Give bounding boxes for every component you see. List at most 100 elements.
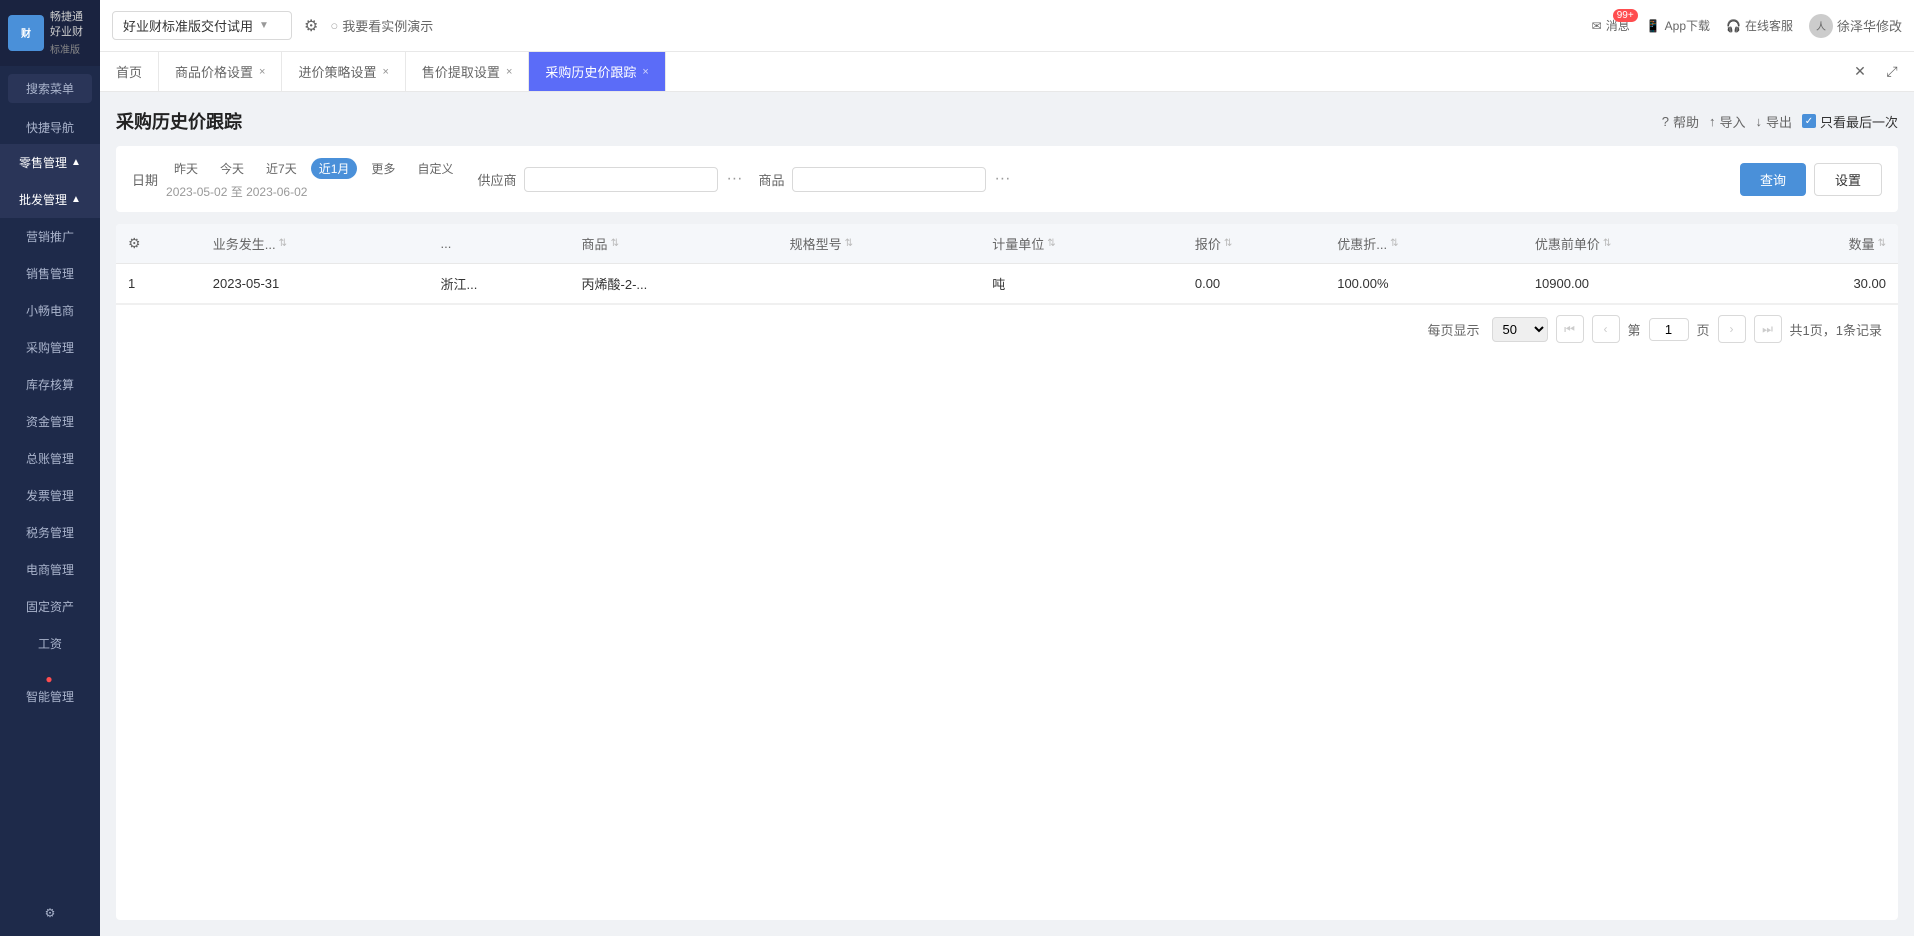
sort-icon: ⇅ (1047, 238, 1055, 249)
th-product-sort[interactable]: 商品 ⇅ (582, 234, 766, 253)
supplier-input[interactable] (524, 167, 718, 192)
sidebar-item-label: 发票管理 (26, 487, 74, 504)
date-option-today[interactable]: 今天 (212, 158, 252, 179)
sidebar-item-marketing[interactable]: 营销推广 (0, 218, 100, 255)
th-discount-sort[interactable]: 优惠折... ⇅ (1337, 234, 1511, 253)
per-page-select[interactable]: 20 50 100 200 (1492, 317, 1548, 342)
sidebar-item-sales[interactable]: 销售管理 (0, 255, 100, 292)
sidebar-item-ecommerce-small[interactable]: 小畅电商 (0, 292, 100, 329)
topbar-right: ✉ 消息 99+ 📱 App下载 🎧 在线客服 人 徐泽华修改 (1592, 14, 1902, 38)
settings-icon[interactable]: ⚙ (304, 16, 318, 36)
product-input[interactable] (792, 167, 986, 192)
page-area: 采购历史价跟踪 ? 帮助 ↑ 导入 ↓ 导出 只看最后一次 (100, 92, 1914, 936)
cell-supplier: 浙江... (429, 264, 570, 304)
th-product: 商品 ⇅ (570, 224, 778, 264)
th-orig-price-sort[interactable]: 优惠前单价 ⇅ (1535, 234, 1744, 253)
tab-sale-price-close[interactable]: × (506, 66, 512, 78)
page-title: 采购历史价跟踪 (116, 108, 242, 134)
date-option-more[interactable]: 更多 (363, 158, 403, 179)
th-dots-sort[interactable]: ... (441, 236, 558, 251)
th-gear[interactable]: ⚙ (116, 224, 201, 264)
sidebar-item-ecommerce[interactable]: 电商管理 (0, 551, 100, 588)
help-link[interactable]: ? 帮助 (1662, 112, 1699, 131)
page-input[interactable] (1649, 318, 1689, 341)
sidebar-logo: 财 畅捷通好业财 标准版 (0, 0, 100, 66)
quick-nav-button[interactable]: 快捷导航 (0, 111, 100, 144)
sidebar-item-wholesale[interactable]: 批发管理 ▲ (0, 181, 100, 218)
chevron-icon: ▲ (71, 157, 81, 168)
tab-history-price-close[interactable]: × (642, 66, 648, 78)
app-selector[interactable]: 好业财标准版交付试用 ▼ (112, 11, 292, 40)
supplier-dots[interactable]: ··· (726, 170, 742, 188)
search-menu-button[interactable]: 搜索菜单 (8, 74, 92, 103)
cell-date: 2023-05-31 (201, 264, 429, 304)
sidebar-item-purchase[interactable]: 采购管理 (0, 329, 100, 366)
sidebar-search-area: 搜索菜单 (0, 66, 100, 111)
cell-qty: 30.00 (1756, 264, 1898, 304)
tab-home[interactable]: 首页 (100, 52, 159, 92)
data-table: ⚙ 业务发生... ⇅ ... (116, 224, 1898, 304)
tab-expand-button[interactable]: ⤢ (1878, 58, 1906, 86)
sidebar-item-payroll[interactable]: 工资 (0, 625, 100, 662)
download-icon: 📱 (1646, 19, 1661, 33)
th-orig-price: 优惠前单价 ⇅ (1523, 224, 1756, 264)
total-info: 共1页，1条记录 (1790, 320, 1882, 339)
sidebar-settings-button[interactable]: ⚙ (4, 898, 96, 928)
th-price-sort[interactable]: 报价 ⇅ (1195, 234, 1313, 253)
next-page-button[interactable]: › (1718, 315, 1746, 343)
sidebar: 财 畅捷通好业财 标准版 搜索菜单 快捷导航 零售管理 ▲ 批发管理 ▲ 营销推… (0, 0, 100, 936)
tab-home-label: 首页 (116, 62, 142, 81)
sidebar-bottom: ⚙ (0, 890, 100, 936)
tab-strategy-close[interactable]: × (382, 66, 388, 78)
tab-price[interactable]: 商品价格设置 × (159, 52, 282, 92)
tab-strategy[interactable]: 进价策略设置 × (282, 52, 405, 92)
date-option-yesterday[interactable]: 昨天 (166, 158, 206, 179)
sidebar-item-finance[interactable]: 资金管理 (0, 403, 100, 440)
help-label: 帮助 (1673, 112, 1699, 131)
import-button[interactable]: ↑ 导入 (1709, 112, 1746, 131)
sidebar-item-assets[interactable]: 固定资产 (0, 588, 100, 625)
export-icon: ↓ (1755, 114, 1762, 129)
sidebar-item-smart[interactable]: ●智能管理 (0, 662, 100, 715)
sort-icon: ⇅ (1224, 238, 1232, 249)
date-filter-group: 日期 昨天 今天 近7天 近1月 更多 自定义 2023-05-02 至 202… (132, 158, 461, 200)
sort-icon: ⇅ (1878, 238, 1886, 249)
sidebar-item-retail[interactable]: 零售管理 ▲ (0, 144, 100, 181)
last-page-button[interactable]: ⏭ (1754, 315, 1782, 343)
app-download-button[interactable]: 📱 App下载 (1646, 17, 1710, 34)
cell-product: 丙烯酸-2-... (570, 264, 778, 304)
prev-page-button[interactable]: ‹ (1592, 315, 1620, 343)
th-spec-sort[interactable]: 规格型号 ⇅ (790, 234, 969, 253)
date-option-1month[interactable]: 近1月 (311, 158, 358, 179)
first-page-button[interactable]: ⏮ (1556, 315, 1584, 343)
date-option-custom[interactable]: 自定义 (409, 158, 461, 179)
column-settings-icon[interactable]: ⚙ (128, 235, 141, 251)
th-date-sort[interactable]: 业务发生... ⇅ (213, 234, 417, 253)
settings-button[interactable]: 设置 (1814, 163, 1882, 196)
user-menu[interactable]: 人 徐泽华修改 (1809, 14, 1902, 38)
tab-history-price[interactable]: 采购历史价跟踪 × (529, 52, 665, 92)
tab-sale-price[interactable]: 售价提取设置 × (406, 52, 529, 92)
demo-link[interactable]: ○ 我要看实例演示 (330, 16, 433, 35)
date-option-7days[interactable]: 近7天 (258, 158, 305, 179)
only-latest-label: 只看最后一次 (1820, 112, 1898, 131)
th-qty-sort[interactable]: 数量 ⇅ (1768, 234, 1886, 253)
sidebar-item-label: 工资 (38, 635, 62, 652)
th-unit-sort[interactable]: 计量单位 ⇅ (992, 234, 1171, 253)
th-discount: 优惠折... ⇅ (1325, 224, 1523, 264)
only-latest-checkbox[interactable] (1802, 114, 1816, 128)
export-button[interactable]: ↓ 导出 (1755, 112, 1792, 131)
product-dots[interactable]: ··· (994, 170, 1010, 188)
sidebar-item-label: 销售管理 (26, 265, 74, 282)
tab-price-close[interactable]: × (259, 66, 265, 78)
query-button[interactable]: 查询 (1740, 163, 1806, 196)
sidebar-item-tax[interactable]: 税务管理 (0, 514, 100, 551)
sidebar-item-inventory[interactable]: 库存核算 (0, 366, 100, 403)
sidebar-item-ledger[interactable]: 总账管理 (0, 440, 100, 477)
tab-close-all-button[interactable]: ✕ (1846, 58, 1874, 86)
messages-button[interactable]: ✉ 消息 99+ (1592, 17, 1630, 34)
online-service-button[interactable]: 🎧 在线客服 (1726, 17, 1793, 34)
only-latest-checkbox-label[interactable]: 只看最后一次 (1802, 112, 1898, 131)
chevron-down-icon: ▼ (259, 20, 269, 31)
sidebar-item-invoice[interactable]: 发票管理 (0, 477, 100, 514)
